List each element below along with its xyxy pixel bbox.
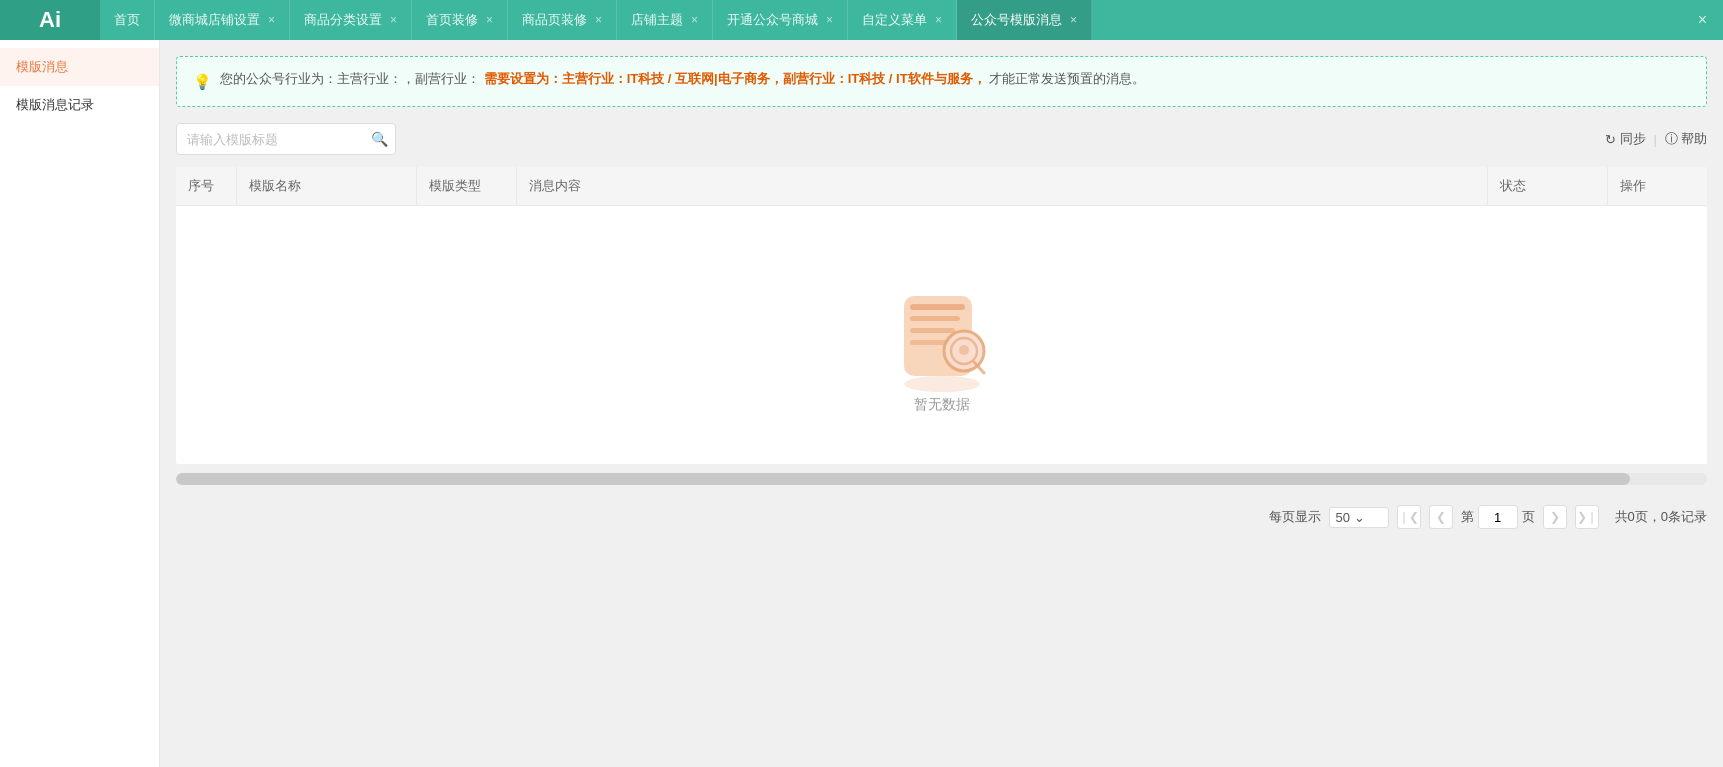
tab-商品页装修[interactable]: 商品页装修 ×: [508, 0, 617, 40]
svg-rect-4: [910, 328, 955, 333]
tab-店铺主题[interactable]: 店铺主题 ×: [617, 0, 713, 40]
empty-state: 暂无数据: [188, 216, 1695, 454]
notice-text: 您的公众号行业为：主营行业：，副营行业： 需要设置为：主营行业：IT科技 / 互…: [220, 69, 1145, 90]
empty-text: 暂无数据: [914, 396, 970, 414]
tab-close-icon[interactable]: ×: [826, 13, 833, 27]
sidebar: 模版消息模版消息记录: [0, 40, 160, 767]
col-header-消息内容: 消息内容: [516, 167, 1487, 206]
tab-公众号模版消息[interactable]: 公众号模版消息 ×: [957, 0, 1092, 40]
svg-rect-2: [910, 304, 965, 310]
tab-close-icon[interactable]: ×: [691, 13, 698, 27]
notice-box: 💡 您的公众号行业为：主营行业：，副营行业： 需要设置为：主营行业：IT科技 /…: [176, 56, 1707, 107]
tab-label: 商品分类设置: [304, 11, 382, 29]
notice-highlight: 需要设置为：主营行业：IT科技 / 互联网|电子商务，副营行业：IT科技 / I…: [484, 71, 986, 86]
empty-illustration: [882, 276, 1002, 396]
divider: |: [1654, 132, 1657, 147]
light-bulb-icon: 💡: [193, 70, 212, 94]
top-nav: Ai 首页微商城店铺设置×商品分类设置×首页装修×商品页装修×店铺主题×开通公众…: [0, 0, 1723, 40]
question-icon: ⓘ: [1665, 130, 1678, 148]
tab-label: 自定义菜单: [862, 11, 927, 29]
table-header-row: 序号模版名称模版类型消息内容状态操作: [176, 167, 1707, 206]
brand-logo: Ai: [0, 0, 100, 40]
col-header-模版名称: 模版名称: [236, 167, 416, 206]
tab-close-icon[interactable]: ×: [390, 13, 397, 27]
tab-首页[interactable]: 首页: [100, 0, 155, 40]
search-input[interactable]: [176, 123, 396, 155]
tab-开通公众号商城[interactable]: 开通公众号商城 ×: [713, 0, 848, 40]
tab-首页装修[interactable]: 首页装修 ×: [412, 0, 508, 40]
chevron-down-icon: ⌄: [1354, 510, 1365, 525]
search-icon[interactable]: 🔍: [371, 131, 388, 147]
help-label: 帮助: [1681, 130, 1707, 148]
tab-label: 首页装修: [426, 11, 478, 29]
svg-point-9: [959, 345, 969, 355]
tab-bar: 首页微商城店铺设置×商品分类设置×首页装修×商品页装修×店铺主题×开通公众号商城…: [100, 0, 1682, 40]
tab-商品分类设置[interactable]: 商品分类设置 ×: [290, 0, 412, 40]
close-all-button[interactable]: ×: [1682, 11, 1723, 29]
page-input-wrap: 第 页: [1461, 505, 1535, 529]
first-page-button[interactable]: ❘❮: [1397, 505, 1421, 529]
tab-label: 微商城店铺设置: [169, 11, 260, 29]
tab-close-icon[interactable]: ×: [595, 13, 602, 27]
tab-label: 商品页装修: [522, 11, 587, 29]
tab-close-icon[interactable]: ×: [268, 13, 275, 27]
sidebar-item-模版消息[interactable]: 模版消息: [0, 48, 159, 86]
page-size-value: 50: [1336, 510, 1350, 525]
scrollbar-thumb: [176, 473, 1630, 485]
sidebar-item-模版消息记录[interactable]: 模版消息记录: [0, 86, 159, 124]
page-size-select[interactable]: 50 ⌄: [1329, 507, 1389, 528]
table-body: 暂无数据: [176, 206, 1707, 465]
sync-button[interactable]: ↻ 同步: [1605, 130, 1646, 148]
search-bar: 🔍 ↻ 同步 | ⓘ 帮助: [176, 123, 1707, 155]
col-header-操作: 操作: [1607, 167, 1707, 206]
page-size-label: 每页显示: [1269, 508, 1321, 526]
help-button[interactable]: ⓘ 帮助: [1665, 130, 1707, 148]
tab-close-icon[interactable]: ×: [486, 13, 493, 27]
tab-自定义菜单[interactable]: 自定义菜单 ×: [848, 0, 957, 40]
tab-微商城店铺设置[interactable]: 微商城店铺设置 ×: [155, 0, 290, 40]
last-page-button[interactable]: ❯❘: [1575, 505, 1599, 529]
svg-rect-3: [910, 316, 960, 321]
empty-state-cell: 暂无数据: [176, 206, 1707, 465]
sync-help-area: ↻ 同步 | ⓘ 帮助: [1605, 130, 1707, 148]
page-before-label: 第: [1461, 508, 1474, 526]
sync-label: 同步: [1620, 130, 1646, 148]
tab-close-icon[interactable]: ×: [935, 13, 942, 27]
page-after-label: 页: [1522, 508, 1535, 526]
next-page-button[interactable]: ❯: [1543, 505, 1567, 529]
page-number-input[interactable]: [1478, 505, 1518, 529]
data-table: 序号模版名称模版类型消息内容状态操作 暂无数据: [176, 167, 1707, 465]
col-header-模版类型: 模版类型: [416, 167, 516, 206]
horizontal-scrollbar[interactable]: [176, 473, 1707, 485]
tab-label: 开通公众号商城: [727, 11, 818, 29]
pagination: 每页显示 50 ⌄ ❘❮ ❮ 第 页 ❯ ❯❘ 共0页，0条记录: [176, 493, 1707, 533]
refresh-icon: ↻: [1605, 132, 1616, 147]
col-header-状态: 状态: [1487, 167, 1607, 206]
search-input-wrap: 🔍: [176, 123, 396, 155]
col-header-序号: 序号: [176, 167, 236, 206]
tab-label: 首页: [114, 11, 140, 29]
main-layout: 模版消息模版消息记录 💡 您的公众号行业为：主营行业：，副营行业： 需要设置为：…: [0, 40, 1723, 767]
tab-label: 公众号模版消息: [971, 11, 1062, 29]
tab-label: 店铺主题: [631, 11, 683, 29]
tab-close-icon[interactable]: ×: [1070, 13, 1077, 27]
prev-page-button[interactable]: ❮: [1429, 505, 1453, 529]
content-area: 💡 您的公众号行业为：主营行业：，副营行业： 需要设置为：主营行业：IT科技 /…: [160, 40, 1723, 767]
svg-point-0: [904, 376, 980, 392]
total-records-label: 共0页，0条记录: [1615, 508, 1707, 526]
